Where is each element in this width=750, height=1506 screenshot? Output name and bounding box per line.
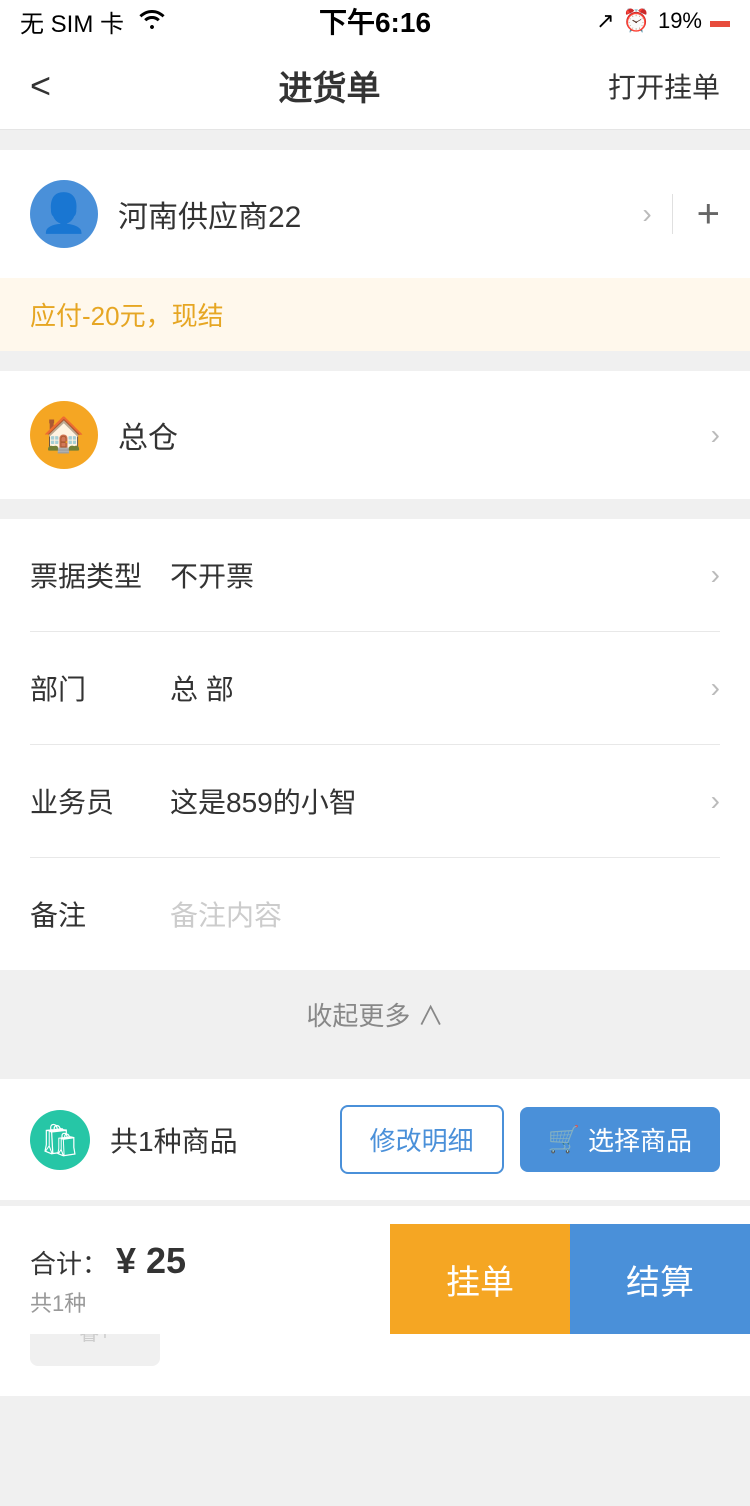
- back-button[interactable]: <: [30, 65, 51, 107]
- invoice-type-row[interactable]: 票据类型 不开票 ›: [0, 519, 750, 631]
- select-product-button[interactable]: 🛒 选择商品: [520, 1107, 720, 1172]
- remark-row[interactable]: 备注 备注内容: [0, 858, 750, 970]
- collapse-bar[interactable]: 收起更多 ∧: [0, 970, 750, 1059]
- remark-label: 备注: [30, 894, 170, 934]
- products-bag-icon: 🛍: [40, 1121, 81, 1159]
- wifi-icon: [134, 5, 170, 38]
- select-product-icon: 🛒: [548, 1124, 580, 1155]
- open-pending-button[interactable]: 打开挂单: [608, 66, 720, 106]
- modify-detail-button[interactable]: 修改明细: [340, 1105, 504, 1174]
- separator-5: [0, 1200, 750, 1204]
- supplier-section: 👤 河南供应商22 › + 应付-20元，现结: [0, 150, 750, 351]
- collapse-label: 收起更多 ∧: [306, 1001, 443, 1031]
- department-value: 总 部: [170, 668, 711, 708]
- warehouse-section: 🏠 总仓 ›: [0, 371, 750, 499]
- invoice-type-value: 不开票: [170, 555, 711, 595]
- department-label: 部门: [30, 668, 170, 708]
- warehouse-icon-wrap: 🏠: [30, 401, 98, 469]
- add-supplier-button[interactable]: +: [697, 192, 720, 237]
- total-label: 合计：: [30, 1244, 108, 1281]
- warehouse-name: 总仓: [118, 413, 711, 457]
- notice-bar: 应付-20元，现结: [0, 278, 750, 351]
- supplier-arrow-icon: ›: [642, 198, 651, 230]
- separator-1: [0, 130, 750, 150]
- separator-3: [0, 499, 750, 519]
- sim-status: 无 SIM 卡: [20, 4, 124, 39]
- warehouse-icon: 🏠: [43, 415, 85, 455]
- products-count: 共1种商品: [110, 1120, 340, 1160]
- salesman-arrow: ›: [711, 785, 720, 817]
- warehouse-arrow-icon: ›: [711, 419, 720, 451]
- battery-percent: 19%: [658, 8, 702, 34]
- checkout-button[interactable]: 结算: [570, 1224, 750, 1334]
- products-icon-wrap: 🛍: [30, 1110, 90, 1170]
- status-left: 无 SIM 卡: [20, 4, 170, 39]
- status-bar: 无 SIM 卡 下午6:16 ↗ ⏰ 19% ▬: [0, 0, 750, 42]
- status-right: ↗ ⏰ 19% ▬: [596, 8, 730, 34]
- bottom-spacer: [0, 1396, 750, 1506]
- notice-text: 应付-20元，现结: [30, 301, 224, 331]
- products-header: 🛍 共1种商品 修改明细 🛒 选择商品: [0, 1079, 750, 1200]
- alarm-icon: ⏰: [623, 8, 650, 34]
- supplier-row[interactable]: 👤 河南供应商22 › +: [0, 150, 750, 278]
- battery-icon: ▬: [710, 10, 730, 33]
- warehouse-row[interactable]: 🏠 总仓 ›: [0, 371, 750, 499]
- location-icon: ↗: [596, 8, 614, 34]
- status-time: 下午6:16: [319, 1, 431, 41]
- nav-bar: < 进货单 打开挂单: [0, 42, 750, 130]
- user-icon: 👤: [40, 192, 87, 236]
- pending-button[interactable]: 挂单: [390, 1224, 570, 1334]
- form-section: 票据类型 不开票 › 部门 总 部 › 业务员 这是859的小智 › 备注 备注…: [0, 519, 750, 970]
- salesman-value: 这是859的小智: [170, 781, 711, 821]
- page-title: 进货单: [279, 61, 381, 110]
- separator-4: [0, 1059, 750, 1079]
- separator-2: [0, 351, 750, 371]
- salesman-row[interactable]: 业务员 这是859的小智 ›: [0, 745, 750, 857]
- supplier-name: 河南供应商22: [118, 192, 642, 236]
- supplier-avatar: 👤: [30, 180, 98, 248]
- salesman-label: 业务员: [30, 781, 170, 821]
- total-count: 共1种: [30, 1286, 360, 1318]
- supplier-divider: [672, 194, 673, 234]
- select-product-label: 选择商品: [588, 1121, 692, 1158]
- invoice-type-arrow: ›: [711, 559, 720, 591]
- department-arrow: ›: [711, 672, 720, 704]
- bottom-bar: 合计： ¥ 25 共1种 挂单 结算: [0, 1224, 750, 1334]
- total-amount: ¥ 25: [116, 1240, 186, 1282]
- bottom-total: 合计： ¥ 25 共1种: [0, 1224, 390, 1334]
- department-row[interactable]: 部门 总 部 ›: [0, 632, 750, 744]
- invoice-type-label: 票据类型: [30, 555, 170, 595]
- remark-input[interactable]: 备注内容: [170, 894, 720, 934]
